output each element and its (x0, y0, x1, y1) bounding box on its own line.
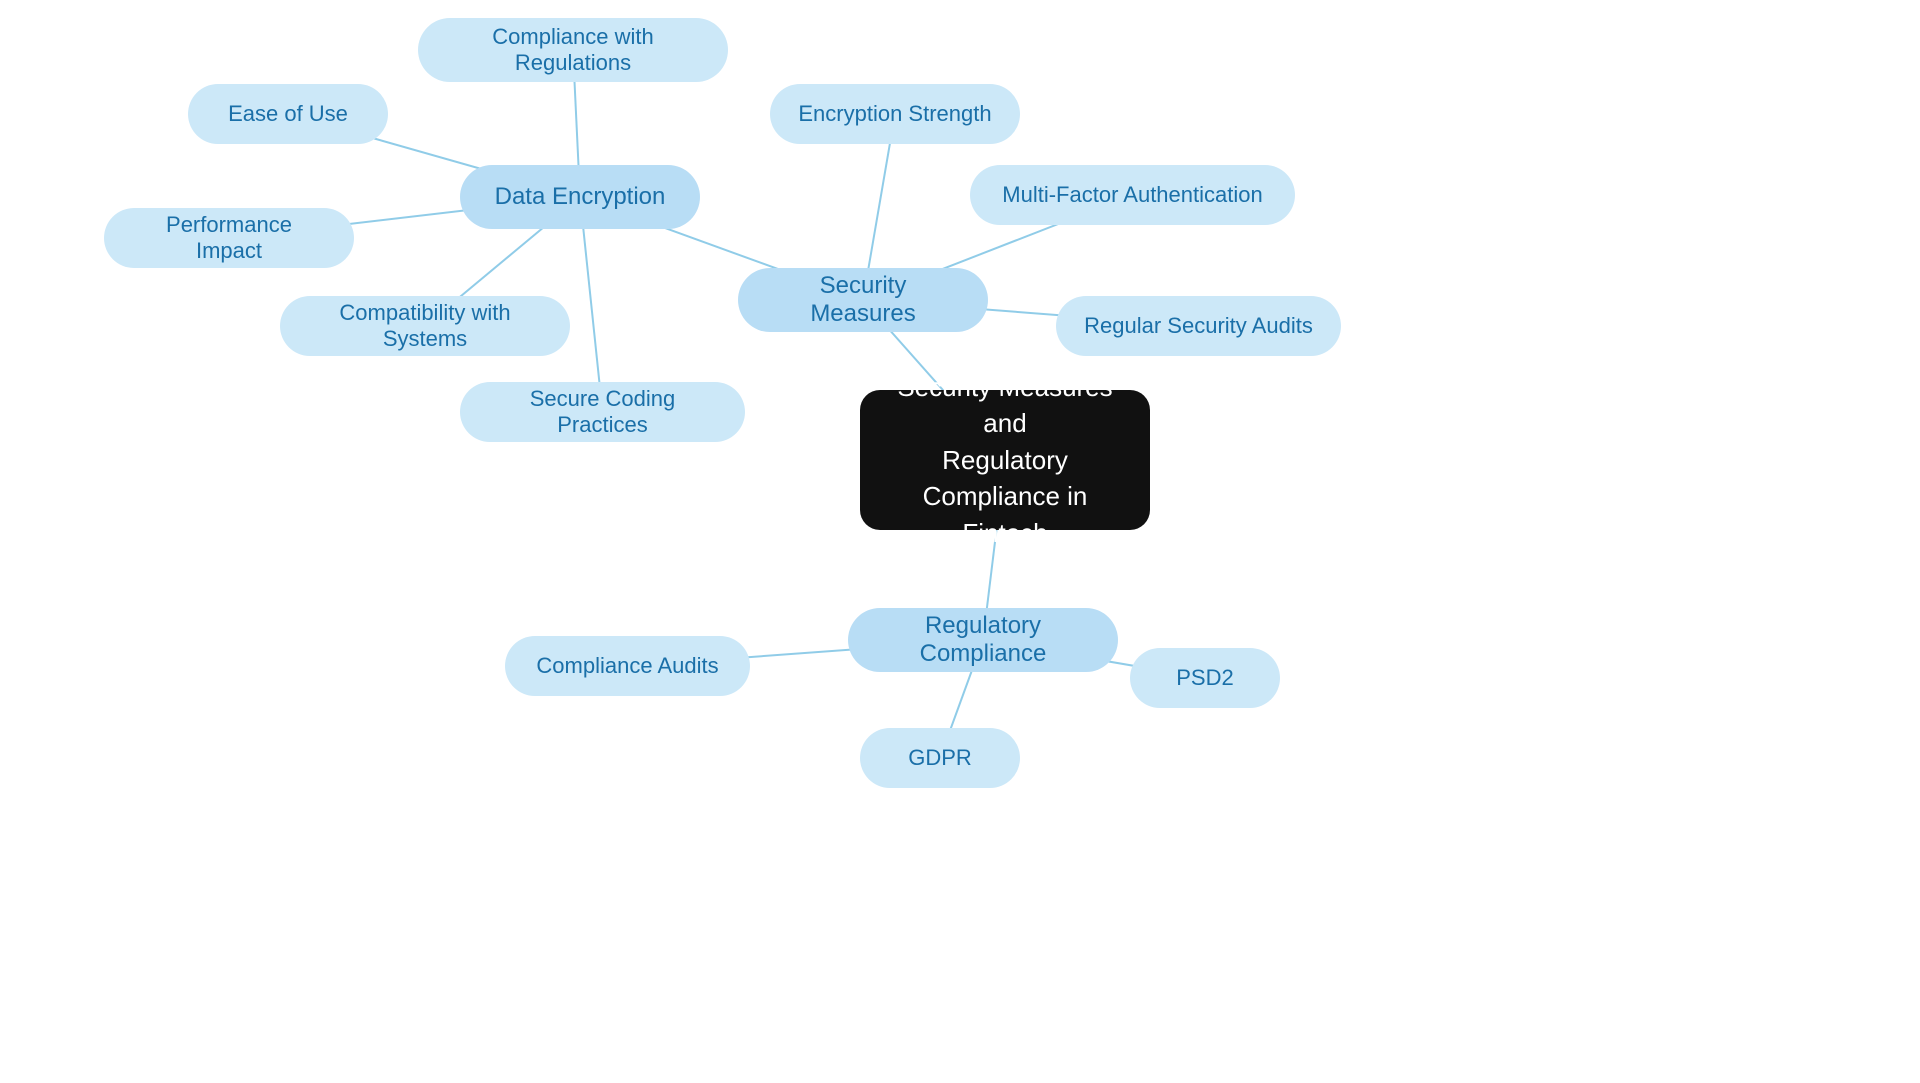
performance-impact-node[interactable]: Performance Impact (104, 208, 354, 268)
multi-factor-authentication-label: Multi-Factor Authentication (1002, 182, 1262, 208)
encryption-strength-node[interactable]: Encryption Strength (770, 84, 1020, 144)
compliance-with-regulations-node[interactable]: Compliance with Regulations (418, 18, 728, 82)
compliance-with-regulations-label: Compliance with Regulations (446, 24, 700, 76)
psd2-node[interactable]: PSD2 (1130, 648, 1280, 708)
data-encryption-label: Data Encryption (495, 183, 666, 211)
compatibility-with-systems-node[interactable]: Compatibility with Systems (280, 296, 570, 356)
compatibility-with-systems-label: Compatibility with Systems (308, 300, 542, 352)
ease-of-use-node[interactable]: Ease of Use (188, 84, 388, 144)
ease-of-use-label: Ease of Use (228, 101, 348, 127)
compliance-audits-label: Compliance Audits (536, 653, 718, 679)
gdpr-label: GDPR (908, 745, 972, 771)
performance-impact-label: Performance Impact (132, 212, 326, 264)
compliance-audits-node[interactable]: Compliance Audits (505, 636, 750, 696)
central-node[interactable]: Security Measures andRegulatory Complian… (860, 390, 1150, 530)
security-measures-label: Security Measures (772, 272, 954, 328)
regulatory-compliance-node[interactable]: Regulatory Compliance (848, 608, 1118, 672)
regular-security-audits-node[interactable]: Regular Security Audits (1056, 296, 1341, 356)
multi-factor-authentication-node[interactable]: Multi-Factor Authentication (970, 165, 1295, 225)
central-label: Security Measures andRegulatory Complian… (896, 369, 1114, 551)
secure-coding-practices-node[interactable]: Secure Coding Practices (460, 382, 745, 442)
data-encryption-node[interactable]: Data Encryption (460, 165, 700, 229)
regular-security-audits-label: Regular Security Audits (1084, 313, 1313, 339)
psd2-label: PSD2 (1176, 665, 1233, 691)
secure-coding-practices-label: Secure Coding Practices (488, 386, 717, 438)
gdpr-node[interactable]: GDPR (860, 728, 1020, 788)
security-measures-node[interactable]: Security Measures (738, 268, 988, 332)
regulatory-compliance-label: Regulatory Compliance (882, 612, 1084, 668)
encryption-strength-label: Encryption Strength (798, 101, 991, 127)
